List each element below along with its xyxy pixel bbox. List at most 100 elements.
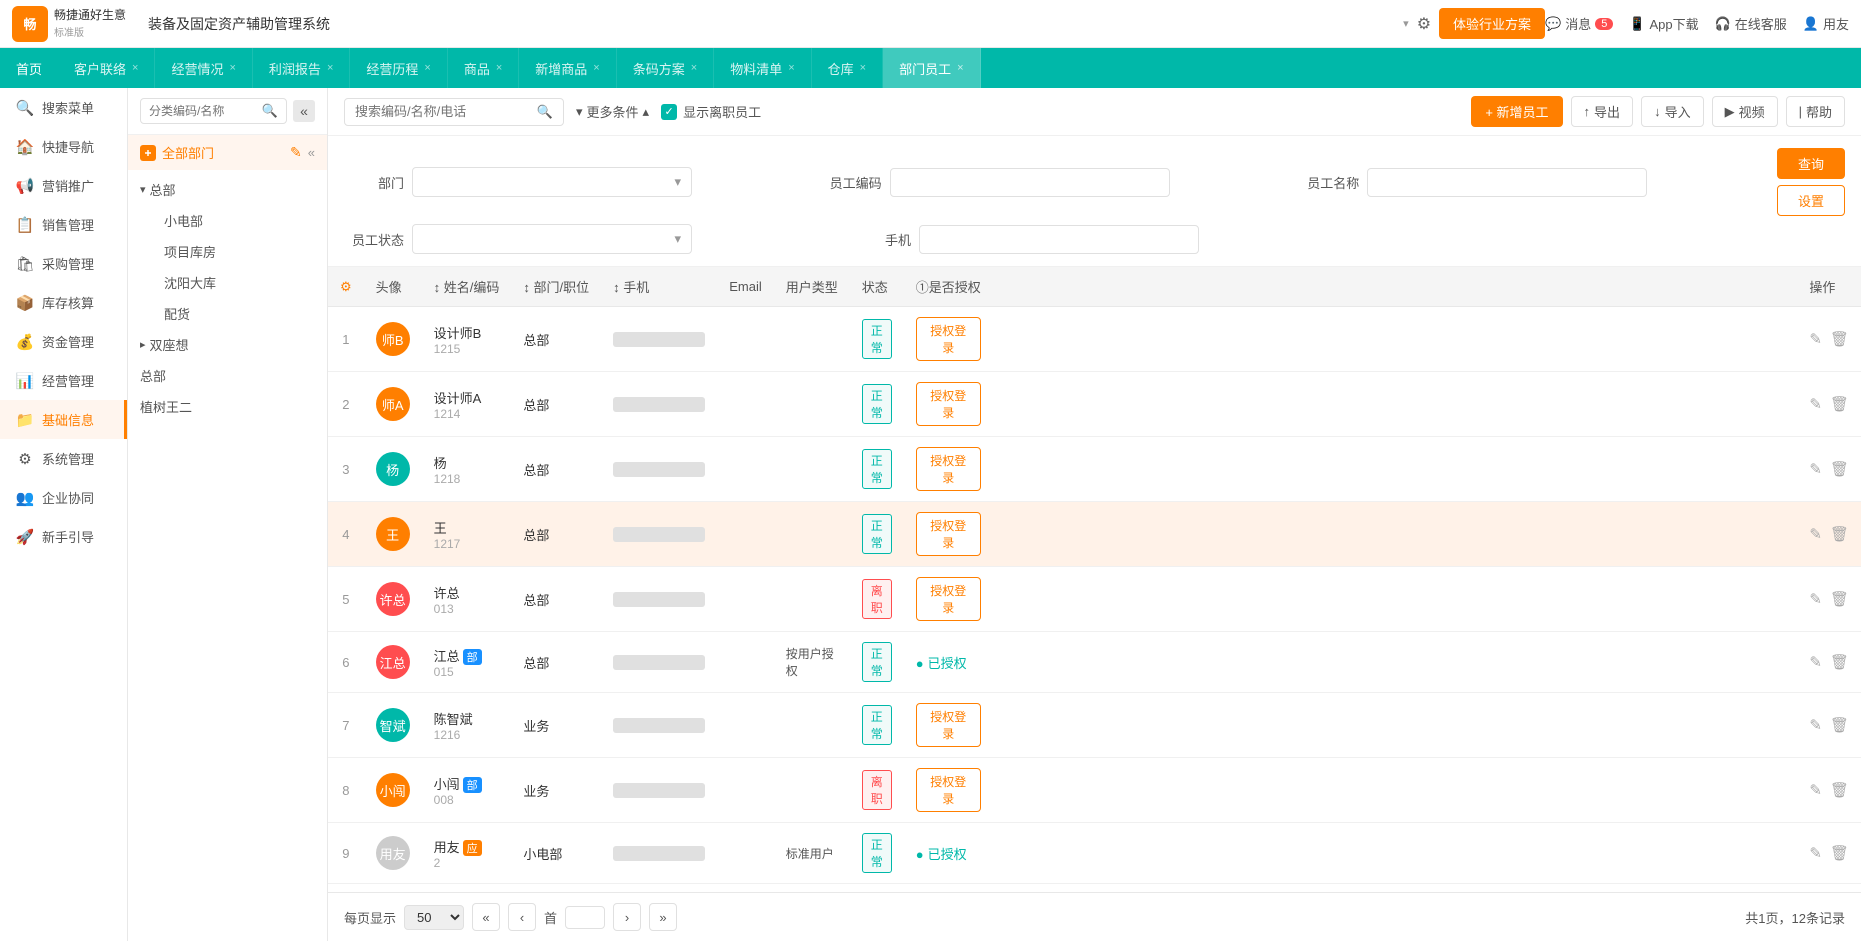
user-action[interactable]: 👤 用友: [1803, 14, 1849, 33]
tab-close-employees[interactable]: ×: [957, 62, 963, 74]
tab-close-barcode[interactable]: ×: [691, 62, 697, 74]
tab-barcode[interactable]: 条码方案 ×: [617, 48, 714, 88]
message-action[interactable]: 💬 消息 5: [1545, 14, 1613, 33]
delete-icon[interactable]: 🗑: [1830, 460, 1849, 478]
employee-search-input[interactable]: [355, 104, 531, 119]
tab-bom[interactable]: 物料清单 ×: [714, 48, 811, 88]
delete-icon[interactable]: 🗑: [1830, 844, 1849, 862]
query-button[interactable]: 查询: [1777, 148, 1845, 179]
edit-icon[interactable]: ✎: [1809, 653, 1822, 671]
delete-icon[interactable]: 🗑: [1830, 653, 1849, 671]
edit-icon[interactable]: ✎: [1809, 525, 1822, 543]
dept-item-xiaodian[interactable]: 小电部: [148, 205, 327, 236]
delete-icon[interactable]: 🗑: [1830, 330, 1849, 348]
show-resigned-checkbox[interactable]: ✓: [661, 104, 677, 120]
edit-icon[interactable]: ✎: [1809, 590, 1822, 608]
gear-orange-icon[interactable]: ⚙: [340, 279, 352, 294]
delete-icon[interactable]: 🗑: [1830, 525, 1849, 543]
dept-collapse-icon[interactable]: «: [308, 145, 315, 160]
edit-icon[interactable]: ✎: [1809, 716, 1822, 734]
tab-close-add-goods[interactable]: ×: [593, 62, 599, 74]
online-service-action[interactable]: 🎧 在线客服: [1715, 14, 1787, 33]
auth-button[interactable]: 授权登录: [916, 768, 981, 812]
sidebar-item-inventory[interactable]: 📦 库存核算: [0, 283, 127, 322]
tab-close-warehouse[interactable]: ×: [860, 62, 866, 74]
app-download-action[interactable]: 📱 App下载: [1629, 14, 1698, 33]
dept-item-head[interactable]: ▾ 总部: [128, 174, 327, 205]
show-resigned-toggle[interactable]: ✓ 显示离职员工: [661, 102, 761, 121]
dept-item-zongbu[interactable]: 总部: [128, 360, 327, 391]
sidebar-item-management[interactable]: 📊 经营管理: [0, 361, 127, 400]
tab-goods[interactable]: 商品 ×: [448, 48, 519, 88]
status-select[interactable]: ▾: [412, 224, 692, 254]
sidebar-item-nav[interactable]: 🏠 快捷导航: [0, 127, 127, 166]
tab-close-history[interactable]: ×: [424, 62, 430, 74]
dept-item-shenyang[interactable]: 沈阳大库: [148, 267, 327, 298]
edit-icon[interactable]: ✎: [1809, 844, 1822, 862]
page-number-input[interactable]: 1: [565, 906, 605, 929]
system-dropdown-icon[interactable]: ▾: [1403, 17, 1409, 30]
prev-page-button[interactable]: ‹: [508, 903, 536, 931]
more-conditions-button[interactable]: ▾ 更多条件 ▴: [576, 102, 649, 121]
employee-search-wrap[interactable]: 🔍: [344, 98, 564, 126]
sidebar-item-finance[interactable]: 💰 资金管理: [0, 322, 127, 361]
tab-add-goods[interactable]: 新增商品 ×: [519, 48, 616, 88]
last-page-button[interactable]: »: [649, 903, 677, 931]
dept-item-project[interactable]: 项目库房: [148, 236, 327, 267]
auth-button[interactable]: 授权登录: [916, 447, 981, 491]
tab-profit[interactable]: 利润报告 ×: [253, 48, 350, 88]
tab-close-profit[interactable]: ×: [327, 62, 333, 74]
tab-close-customer[interactable]: ×: [132, 62, 138, 74]
dept-search-input[interactable]: [149, 104, 258, 118]
add-employee-button[interactable]: + 新增员工: [1471, 96, 1562, 127]
edit-icon[interactable]: ✎: [1809, 395, 1822, 413]
per-page-select[interactable]: 50 100: [404, 905, 464, 930]
col-settings[interactable]: ⚙: [328, 267, 364, 307]
auth-button[interactable]: 授权登录: [916, 577, 981, 621]
settings-button[interactable]: 设置: [1777, 185, 1845, 216]
auth-button[interactable]: 授权登录: [916, 703, 981, 747]
edit-icon[interactable]: ✎: [1809, 781, 1822, 799]
sidebar-item-guide[interactable]: 🚀 新手引导: [0, 517, 127, 556]
auth-button[interactable]: 授权登录: [916, 512, 981, 556]
sidebar-item-sales[interactable]: 📋 销售管理: [0, 205, 127, 244]
settings-icon[interactable]: ⚙: [1417, 14, 1431, 34]
edit-icon[interactable]: ✎: [1809, 460, 1822, 478]
next-page-button[interactable]: ›: [613, 903, 641, 931]
sidebar-item-system[interactable]: ⚙ 系统管理: [0, 439, 127, 478]
tab-operation[interactable]: 经营情况 ×: [155, 48, 252, 88]
tab-close-goods[interactable]: ×: [496, 62, 502, 74]
dept-edit-icon[interactable]: ✎: [290, 144, 302, 161]
col-name[interactable]: ↕ 姓名/编码: [422, 267, 512, 307]
name-input[interactable]: [1367, 168, 1647, 197]
col-phone[interactable]: ↕ 手机: [601, 267, 717, 307]
auth-button[interactable]: 授权登录: [916, 317, 981, 361]
sidebar-item-basic[interactable]: 📁 基础信息: [0, 400, 127, 439]
col-dept[interactable]: ↕ 部门/职位: [511, 267, 601, 307]
delete-icon[interactable]: 🗑: [1830, 716, 1849, 734]
phone-input[interactable]: [919, 225, 1199, 254]
code-input[interactable]: [890, 168, 1170, 197]
sidebar-item-purchase[interactable]: 🛍 采购管理: [0, 244, 127, 283]
dept-search-wrap[interactable]: 🔍: [140, 98, 287, 124]
edit-icon[interactable]: ✎: [1809, 330, 1822, 348]
import-button[interactable]: ↓ 导入: [1641, 96, 1704, 127]
tab-close-bom[interactable]: ×: [788, 62, 794, 74]
tab-customer[interactable]: 客户联络 ×: [58, 48, 155, 88]
export-button[interactable]: ↑ 导出: [1571, 96, 1634, 127]
view-button[interactable]: ▶ 视频: [1712, 96, 1778, 127]
delete-icon[interactable]: 🗑: [1830, 590, 1849, 608]
auth-button[interactable]: 授权登录: [916, 382, 981, 426]
delete-icon[interactable]: 🗑: [1830, 781, 1849, 799]
delete-icon[interactable]: 🗑: [1830, 395, 1849, 413]
tab-home[interactable]: 首页: [0, 48, 58, 88]
dept-select[interactable]: ▾: [412, 167, 692, 197]
dept-all-item[interactable]: 全部部门 ✎ «: [128, 135, 327, 170]
sidebar-item-marketing[interactable]: 📢 营销推广: [0, 166, 127, 205]
first-page-button[interactable]: «: [472, 903, 500, 931]
collapse-tree-button[interactable]: «: [293, 100, 315, 122]
sidebar-item-collab[interactable]: 👥 企业协同: [0, 478, 127, 517]
dept-item-shuangzuo[interactable]: ▸ 双座想: [128, 329, 327, 360]
tab-close-operation[interactable]: ×: [229, 62, 235, 74]
tab-history[interactable]: 经营历程 ×: [350, 48, 447, 88]
